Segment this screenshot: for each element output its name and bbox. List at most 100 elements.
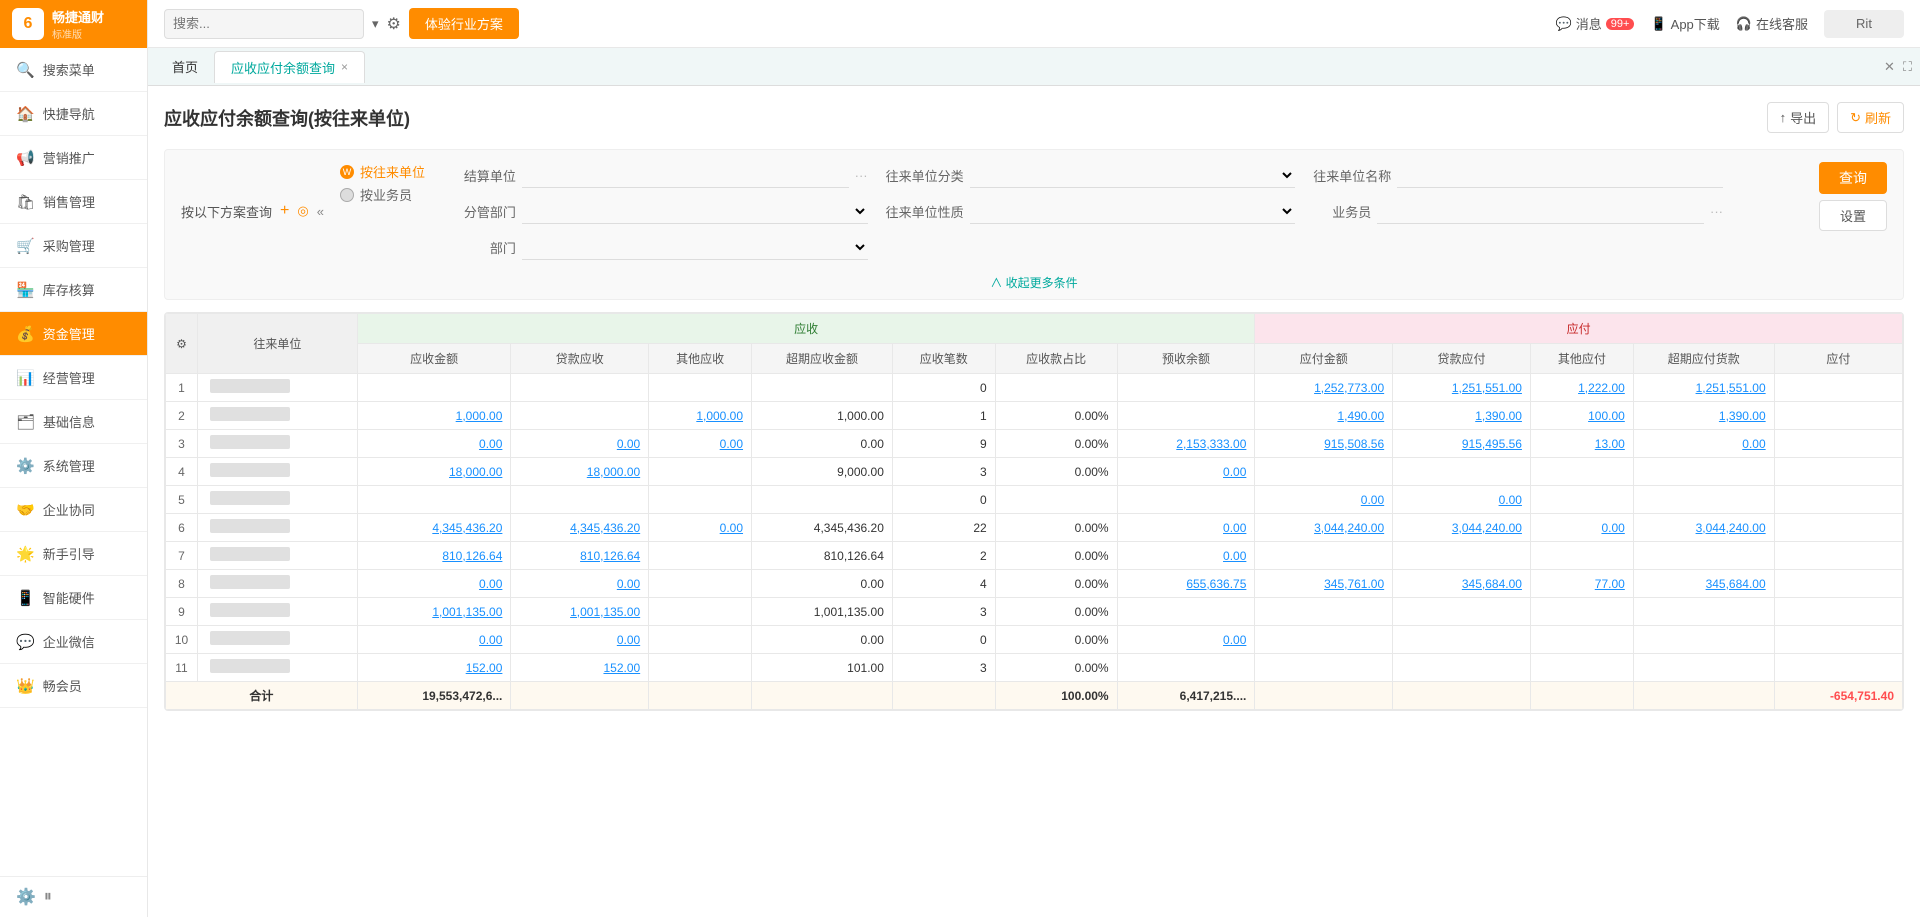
app-download-group[interactable]: 📱 App下载	[1650, 14, 1719, 33]
cell-link[interactable]: 3,044,240.00	[1633, 514, 1774, 542]
cell-recv-ratio: 0.00%	[995, 542, 1117, 570]
cell-link[interactable]: 3,044,240.00	[1393, 514, 1531, 542]
sidebar-item-base[interactable]: 🗂基础信息	[0, 400, 147, 444]
cell-link[interactable]: 1,252,773.00	[1255, 374, 1393, 402]
related-unit-type-select[interactable]	[970, 162, 1296, 188]
setting-btn[interactable]: 设置	[1819, 200, 1887, 231]
cell-link[interactable]: 0.00	[649, 430, 752, 458]
cell-link[interactable]: 1,390.00	[1393, 402, 1531, 430]
sidebar-item-system[interactable]: ⚙️系统管理	[0, 444, 147, 488]
cell-link[interactable]: 13.00	[1530, 430, 1633, 458]
cell-link[interactable]: 0.00	[1530, 514, 1633, 542]
filter-add-btn[interactable]: +	[280, 202, 289, 220]
sidebar-item-quick[interactable]: 🏠快捷导航	[0, 92, 147, 136]
settlement-unit-dots[interactable]: ···	[855, 168, 868, 183]
tab-close-btn[interactable]: ×	[341, 60, 348, 74]
cell-link[interactable]: 0.00	[649, 514, 752, 542]
cell-link[interactable]: 1,222.00	[1530, 374, 1633, 402]
footer-recv-total[interactable]: 19,553,472,6...	[357, 682, 511, 710]
settings-icon[interactable]: ⚙️	[16, 887, 36, 907]
cell-link[interactable]: 1,000.00	[649, 402, 752, 430]
search-input[interactable]	[164, 9, 364, 39]
refresh-btn[interactable]: ↻ 刷新	[1837, 102, 1904, 133]
collapse-bar[interactable]: ∧ 收起更多条件	[181, 270, 1887, 295]
query-btn[interactable]: 查询	[1819, 162, 1887, 194]
cell-link[interactable]: 915,508.56	[1255, 430, 1393, 458]
sidebar-item-purchase[interactable]: 🛒采购管理	[0, 224, 147, 268]
cell-link[interactable]: 345,684.00	[1633, 570, 1774, 598]
sidebar-item-inventory[interactable]: 🏪库存核算	[0, 268, 147, 312]
export-btn[interactable]: ↑ 导出	[1767, 102, 1830, 133]
tab-close-icon[interactable]: ✕	[1884, 59, 1895, 75]
cell-link[interactable]: 0.00	[357, 570, 511, 598]
topbar-gear-icon[interactable]: ⚙	[387, 14, 401, 34]
cell-link[interactable]: 1,000.00	[357, 402, 511, 430]
cell-link[interactable]: 4,345,436.20	[511, 514, 649, 542]
tab-home[interactable]: 首页	[156, 51, 214, 82]
department-select[interactable]	[522, 234, 868, 260]
filter-scheme-icon[interactable]: ◎	[297, 203, 308, 219]
cell-link[interactable]: 0.00	[1117, 626, 1255, 654]
cell-link[interactable]: 0.00	[1117, 458, 1255, 486]
topbar-dropdown-icon[interactable]: ▾	[372, 16, 379, 32]
managing-dept-select[interactable]	[522, 198, 868, 224]
cell-link[interactable]: 152.00	[511, 654, 649, 682]
cell-link[interactable]: 655,636.75	[1117, 570, 1255, 598]
filter-collapse-btn[interactable]: «	[317, 204, 324, 219]
sidebar-item-wechat[interactable]: 💬企业微信	[0, 620, 147, 664]
cell-link[interactable]: 1,390.00	[1633, 402, 1774, 430]
scheme-item-2[interactable]: 按业务员	[340, 185, 440, 204]
cell-link[interactable]: 0.00	[1393, 486, 1531, 514]
cell-link[interactable]: 1,490.00	[1255, 402, 1393, 430]
cell-link[interactable]: 0.00	[511, 626, 649, 654]
salesperson-input[interactable]	[1377, 198, 1704, 224]
cell-link[interactable]: 0.00	[357, 430, 511, 458]
online-service-group[interactable]: 🎧 在线客服	[1736, 14, 1808, 33]
cell-link[interactable]: 1,251,551.00	[1633, 374, 1774, 402]
tab-active[interactable]: 应收应付余额查询 ×	[214, 51, 365, 83]
cell-link[interactable]: 100.00	[1530, 402, 1633, 430]
sidebar-item-guide[interactable]: 🌟新手引导	[0, 532, 147, 576]
cell-link[interactable]: 1,251,551.00	[1393, 374, 1531, 402]
cell-link[interactable]: 0.00	[357, 626, 511, 654]
cell-link[interactable]: 3,044,240.00	[1255, 514, 1393, 542]
cell-link[interactable]: 1,001,135.00	[511, 598, 649, 626]
cell-link[interactable]: 0.00	[1117, 514, 1255, 542]
cell-link[interactable]: 18,000.00	[357, 458, 511, 486]
tab-expand-icon[interactable]: ⛶	[1903, 59, 1912, 75]
cell-link[interactable]: 345,684.00	[1393, 570, 1531, 598]
related-unit-name-input[interactable]	[1397, 162, 1723, 188]
cell-link[interactable]: 152.00	[357, 654, 511, 682]
cell-link[interactable]: 0.00	[1633, 430, 1774, 458]
cell-link[interactable]: 0.00	[511, 570, 649, 598]
cell-link[interactable]: 810,126.64	[357, 542, 511, 570]
sidebar-item-sales[interactable]: 🛍销售管理	[0, 180, 147, 224]
cell-link[interactable]: 0.00	[511, 430, 649, 458]
user-avatar[interactable]: Rit	[1824, 10, 1904, 38]
sidebar-item-search[interactable]: 🔍搜索菜单	[0, 48, 147, 92]
scheme-item-1[interactable]: W 按往来单位	[340, 162, 440, 181]
sidebar-item-hardware[interactable]: 📱智能硬件	[0, 576, 147, 620]
sidebar-item-finance[interactable]: 💰资金管理	[0, 312, 147, 356]
cell-link[interactable]: 18,000.00	[511, 458, 649, 486]
salesperson-dots[interactable]: ···	[1710, 204, 1723, 219]
trial-btn[interactable]: 体验行业方案	[409, 8, 519, 39]
col-setting-header[interactable]: ⚙	[166, 314, 198, 374]
sidebar-item-member[interactable]: 👑畅会员	[0, 664, 147, 708]
cell-link[interactable]: 0.00	[1117, 542, 1255, 570]
cell-link[interactable]: 4,345,436.20	[357, 514, 511, 542]
related-unit-nature-select[interactable]	[970, 198, 1296, 224]
cell-link[interactable]: 345,761.00	[1255, 570, 1393, 598]
cell-link[interactable]: 1,001,135.00	[357, 598, 511, 626]
sidebar-item-coop[interactable]: 🤝企业协同	[0, 488, 147, 532]
cell-link[interactable]: 915,495.56	[1393, 430, 1531, 458]
sidebar-item-marketing[interactable]: 📢营销推广	[0, 136, 147, 180]
collapse-icon[interactable]: ⏸	[44, 888, 52, 906]
cell-link[interactable]: 77.00	[1530, 570, 1633, 598]
settlement-unit-input[interactable]	[522, 162, 849, 188]
message-group[interactable]: 💬 消息 99+	[1556, 14, 1635, 33]
cell-link[interactable]: 810,126.64	[511, 542, 649, 570]
sidebar-item-operation[interactable]: 📊经营管理	[0, 356, 147, 400]
cell-link[interactable]: 0.00	[1255, 486, 1393, 514]
cell-link[interactable]: 2,153,333.00	[1117, 430, 1255, 458]
